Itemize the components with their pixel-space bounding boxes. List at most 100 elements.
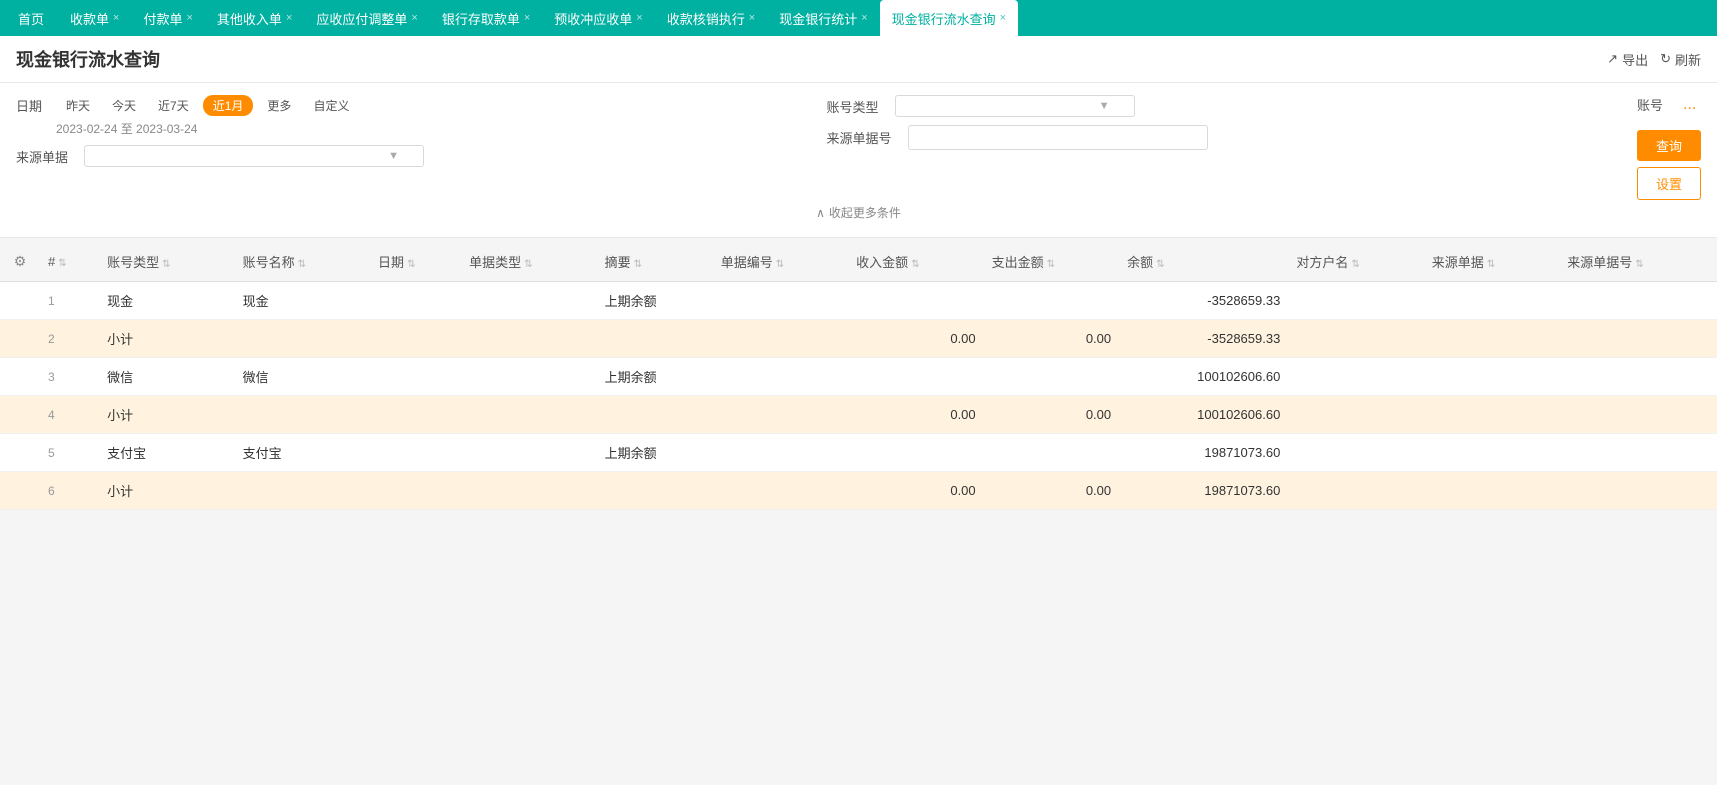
collapse-bar[interactable]: ∧ 收起更多条件 — [16, 200, 1701, 225]
filter-account-row: 账号 ... — [1637, 95, 1696, 114]
tab-close-icon[interactable]: × — [186, 12, 192, 24]
nav-tab-其他收入单[interactable]: 其他收入单 × — [205, 0, 304, 36]
row-index: 5 — [40, 434, 99, 472]
sort-icon-index[interactable]: ⇅ — [58, 258, 66, 269]
cell-account_name: 微信 — [235, 358, 370, 396]
cell-date — [370, 396, 461, 434]
tab-close-icon[interactable]: × — [113, 12, 119, 24]
tab-close-icon[interactable]: × — [286, 12, 292, 24]
cell-bill_type — [461, 320, 596, 358]
sort-icon-bill_type[interactable]: ⇅ — [524, 259, 532, 270]
filter-date-row: 日期 昨天今天近7天近1月更多自定义 — [16, 95, 803, 116]
sort-icon-counterparty[interactable]: ⇅ — [1351, 259, 1359, 270]
source-bill-select[interactable]: ▼ — [84, 145, 424, 167]
settings-button[interactable]: 设置 — [1637, 167, 1701, 200]
cell-account_type: 支付宝 — [99, 434, 234, 472]
cell-source_bill_no — [1559, 320, 1717, 358]
filter-source-row: 来源单据 ▼ — [16, 145, 803, 167]
sort-icon-account_name[interactable]: ⇅ — [298, 259, 306, 270]
nav-tab-收款单[interactable]: 收款单 × — [58, 0, 131, 36]
cell-account_type: 微信 — [99, 358, 234, 396]
row-gear-cell — [0, 396, 40, 434]
refresh-button[interactable]: ↻ 刷新 — [1660, 50, 1701, 69]
sort-icon-income[interactable]: ⇅ — [911, 259, 919, 270]
export-button[interactable]: ↗ 导出 — [1607, 50, 1648, 69]
tab-close-icon[interactable]: × — [861, 12, 867, 24]
column-source_bill_no[interactable]: 来源单据号⇅ — [1559, 242, 1717, 282]
cell-counterparty — [1288, 282, 1423, 320]
column-balance[interactable]: 余额⇅ — [1119, 242, 1288, 282]
source-bill-no-input[interactable] — [908, 125, 1208, 150]
column-bill_type[interactable]: 单据类型⇅ — [461, 242, 596, 282]
sort-icon-bill_no[interactable]: ⇅ — [776, 259, 784, 270]
cell-account_type: 小计 — [99, 472, 234, 510]
cell-bill_no — [713, 358, 848, 396]
column-account_name[interactable]: 账号名称⇅ — [235, 242, 370, 282]
sort-icon-date[interactable]: ⇅ — [407, 259, 415, 270]
tab-close-icon[interactable]: × — [749, 12, 755, 24]
sort-icon-summary[interactable]: ⇅ — [634, 259, 642, 270]
date-label: 日期 — [16, 96, 42, 115]
top-nav: 首页 收款单 ×付款单 ×其他收入单 ×应收应付调整单 ×银行存取款单 ×预收冲… — [0, 0, 1717, 36]
nav-tab-应收应付调整单[interactable]: 应收应付调整单 × — [304, 0, 429, 36]
nav-tab-预收冲应收单[interactable]: 预收冲应收单 × — [542, 0, 654, 36]
row-gear-cell — [0, 472, 40, 510]
nav-tab-现金银行流水查询[interactable]: 现金银行流水查询 × — [880, 0, 1018, 36]
header-actions: ↗ 导出 ↻ 刷新 — [1607, 50, 1701, 69]
nav-tab-收款核销执行[interactable]: 收款核销执行 × — [655, 0, 767, 36]
column-counterparty[interactable]: 对方户名⇅ — [1288, 242, 1423, 282]
cell-balance: 19871073.60 — [1119, 472, 1288, 510]
row-index: 4 — [40, 396, 99, 434]
table-header-row: ⚙#⇅账号类型⇅账号名称⇅日期⇅单据类型⇅摘要⇅单据编号⇅收入金额⇅支出金额⇅余… — [0, 242, 1717, 282]
date-option-昨天[interactable]: 昨天 — [58, 95, 98, 116]
filter-account-type-row: 账号类型 ▼ — [827, 95, 1614, 117]
cell-income: 0.00 — [848, 396, 983, 434]
nav-home[interactable]: 首页 — [4, 0, 58, 36]
tab-close-icon[interactable]: × — [411, 12, 417, 24]
tab-close-icon[interactable]: × — [636, 12, 642, 24]
column-expense[interactable]: 支出金额⇅ — [984, 242, 1119, 282]
column-bill_no[interactable]: 单据编号⇅ — [713, 242, 848, 282]
cell-expense — [984, 434, 1119, 472]
sort-icon-expense[interactable]: ⇅ — [1047, 259, 1055, 270]
column-date[interactable]: 日期⇅ — [370, 242, 461, 282]
date-option-今天[interactable]: 今天 — [104, 95, 144, 116]
column-summary[interactable]: 摘要⇅ — [597, 242, 713, 282]
sort-icon-balance[interactable]: ⇅ — [1156, 259, 1164, 270]
cell-source_bill_no — [1559, 396, 1717, 434]
collapse-label: 收起更多条件 — [829, 204, 901, 221]
sort-icon-source_bill_no[interactable]: ⇅ — [1635, 259, 1643, 270]
date-option-自定义[interactable]: 自定义 — [305, 95, 357, 116]
table-row: 5支付宝支付宝上期余额19871073.60 — [0, 434, 1717, 472]
tab-close-icon[interactable]: × — [524, 12, 530, 24]
column-index[interactable]: #⇅ — [40, 242, 99, 282]
row-index: 3 — [40, 358, 99, 396]
cell-date — [370, 320, 461, 358]
date-option-更多[interactable]: 更多 — [259, 95, 299, 116]
cell-bill_no — [713, 472, 848, 510]
cell-account_name — [235, 320, 370, 358]
nav-tab-付款单[interactable]: 付款单 × — [131, 0, 204, 36]
date-option-近7天[interactable]: 近7天 — [150, 95, 197, 116]
query-button[interactable]: 查询 — [1637, 130, 1701, 161]
sort-icon-source_bill[interactable]: ⇅ — [1487, 259, 1495, 270]
table-row: 6小计0.000.0019871073.60 — [0, 472, 1717, 510]
column-settings[interactable]: ⚙ — [0, 242, 40, 282]
column-account_type[interactable]: 账号类型⇅ — [99, 242, 234, 282]
tab-close-icon[interactable]: × — [1000, 12, 1006, 24]
sort-icon-account_type[interactable]: ⇅ — [162, 259, 170, 270]
account-type-select[interactable]: ▼ — [895, 95, 1135, 117]
cell-expense — [984, 358, 1119, 396]
export-icon: ↗ — [1607, 51, 1618, 67]
date-option-近1月[interactable]: 近1月 — [203, 95, 254, 116]
column-source_bill[interactable]: 来源单据⇅ — [1424, 242, 1559, 282]
date-range-display: 2023-02-24 至 2023-03-24 — [56, 122, 197, 136]
nav-tab-现金银行统计[interactable]: 现金银行统计 × — [767, 0, 879, 36]
nav-tab-银行存取款单[interactable]: 银行存取款单 × — [430, 0, 542, 36]
cell-counterparty — [1288, 396, 1423, 434]
cell-summary — [597, 472, 713, 510]
column-income[interactable]: 收入金额⇅ — [848, 242, 983, 282]
cell-counterparty — [1288, 320, 1423, 358]
account-dots-button[interactable]: ... — [1683, 96, 1696, 114]
cell-bill_type — [461, 434, 596, 472]
